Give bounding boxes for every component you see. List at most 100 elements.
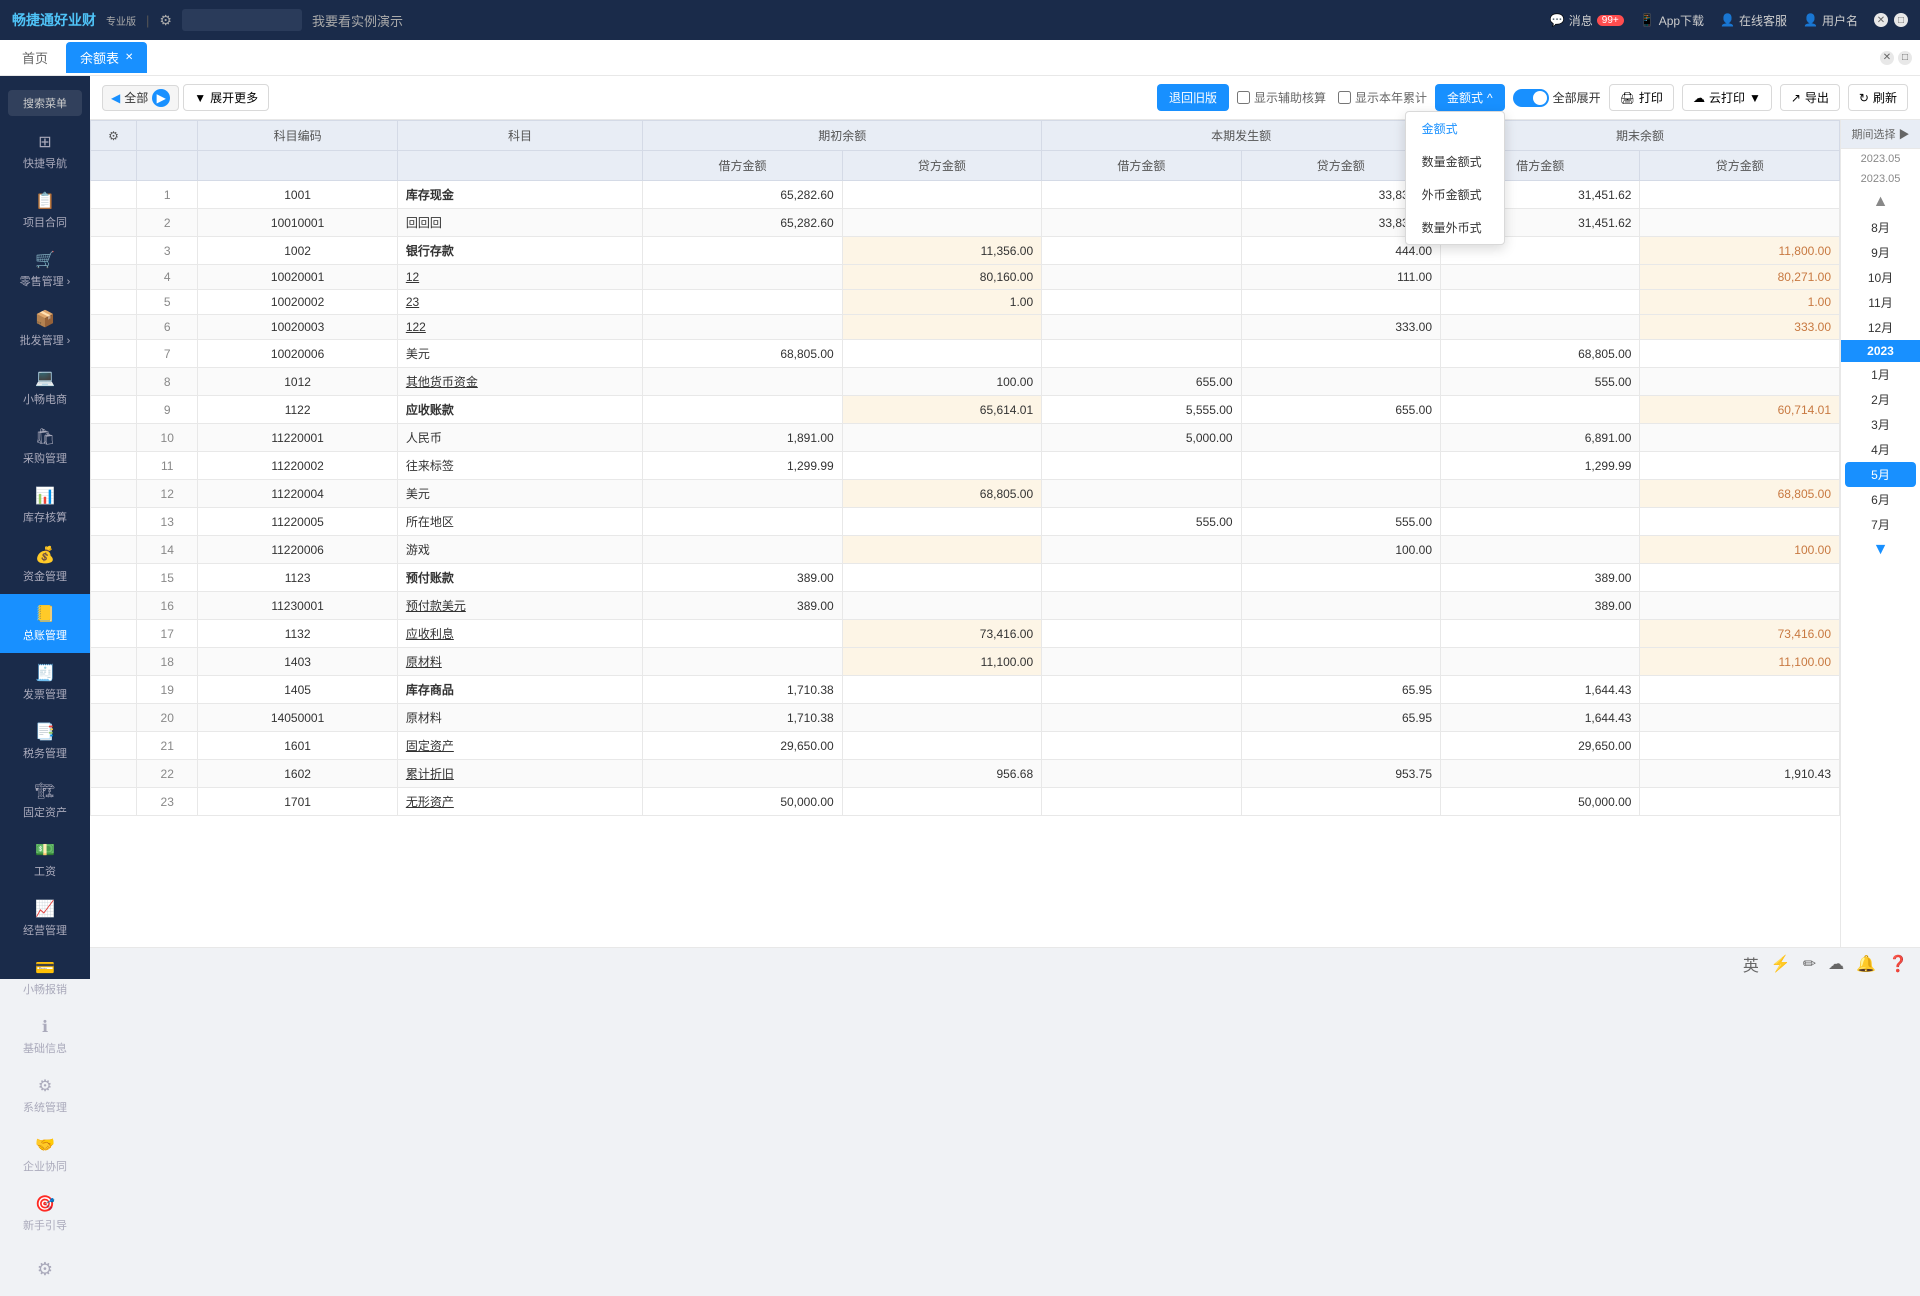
row-name-cell[interactable]: 无形资产 xyxy=(397,788,642,816)
tab-balance-sheet[interactable]: 余额表 ✕ xyxy=(66,42,147,73)
demo-link[interactable]: 我要看实例演示 xyxy=(312,11,403,30)
toggle-switch[interactable] xyxy=(1513,89,1549,107)
search-bar[interactable] xyxy=(182,9,302,31)
month-5[interactable]: 5月 xyxy=(1845,462,1916,487)
app-download-btn[interactable]: 📱 App下载 xyxy=(1640,12,1704,29)
style-option-fx-amount[interactable]: 外币金额式 xyxy=(1406,178,1504,211)
tab-home[interactable]: 首页 xyxy=(8,42,62,73)
lang-icon[interactable]: 英 xyxy=(1743,952,1759,976)
month-6[interactable]: 6月 xyxy=(1841,487,1920,512)
settings-icon[interactable]: ⚙ xyxy=(159,12,172,29)
close-btn[interactable]: ✕ xyxy=(1874,13,1888,27)
month-2[interactable]: 2月 xyxy=(1841,387,1920,412)
sidebar-item-quicknav[interactable]: ⊞ 快捷导航 xyxy=(0,122,90,181)
month-10[interactable]: 10月 xyxy=(1841,265,1920,290)
service-btn[interactable]: 👤 在线客服 xyxy=(1720,12,1787,29)
sidebar-label-inventory: 库存核算 xyxy=(23,509,67,525)
ob-debit-header: 借方金额 xyxy=(643,151,842,181)
return-old-btn[interactable]: 退回旧版 xyxy=(1157,84,1229,111)
help-icon[interactable]: ❓ xyxy=(1888,954,1908,974)
edit-icon[interactable]: ✏ xyxy=(1803,954,1816,974)
month-9[interactable]: 9月 xyxy=(1841,240,1920,265)
sidebar-item-ledger[interactable]: 📒 总账管理 xyxy=(0,594,90,653)
sidebar-item-ecommerce[interactable]: 💻 小畅电商 xyxy=(0,358,90,417)
sidebar-item-project[interactable]: 📋 项目合同 xyxy=(0,181,90,240)
month-11[interactable]: 11月 xyxy=(1841,290,1920,315)
row-name-cell[interactable]: 预付款美元 xyxy=(397,592,642,620)
month-7[interactable]: 7月 xyxy=(1841,512,1920,537)
sidebar-item-assets[interactable]: 🏗 固定资产 xyxy=(0,771,90,830)
refresh-btn[interactable]: ↻ 刷新 xyxy=(1848,84,1908,111)
row-code-cell: 1123 xyxy=(198,564,397,592)
row-name-cell[interactable]: 122 xyxy=(397,315,642,340)
style-option-qty-fx[interactable]: 数量外币式 xyxy=(1406,211,1504,244)
cloud-print-btn[interactable]: ☁ 云打印 ▼ xyxy=(1682,84,1772,111)
expand-more-btn[interactable]: ▼ 展开更多 xyxy=(183,84,269,111)
sidebar-item-funds[interactable]: 💰 资金管理 xyxy=(0,535,90,594)
refresh-icon: ↻ xyxy=(1859,91,1869,105)
lightning-icon[interactable]: ⚡ xyxy=(1771,954,1791,974)
row-name-cell[interactable]: 应收利息 xyxy=(397,620,642,648)
show-helper-check[interactable]: 显示辅助核算 xyxy=(1237,89,1326,106)
month-8[interactable]: 8月 xyxy=(1841,215,1920,240)
row-name-cell: 银行存款 xyxy=(397,237,642,265)
sidebar-item-inventory[interactable]: 📊 库存核算 xyxy=(0,476,90,535)
message-btn[interactable]: 💬 消息 99+ xyxy=(1550,12,1624,29)
sidebar-item-system[interactable]: ⚙ 系统管理 xyxy=(0,1066,90,1125)
collapse-panel-icon[interactable]: ▶ xyxy=(1899,129,1910,141)
maximize-btn[interactable]: □ xyxy=(1894,13,1908,27)
sidebar-item-retail[interactable]: 🛒 零售管理 › xyxy=(0,240,90,299)
sidebar-item-basic[interactable]: ℹ 基础信息 xyxy=(0,1007,90,1066)
sidebar-settings-btn[interactable]: ⚙ xyxy=(8,1251,82,1288)
user-avatar[interactable]: 👤 用户名 xyxy=(1803,12,1858,29)
month-4[interactable]: 4月 xyxy=(1841,437,1920,462)
expand-all-toggle[interactable]: 全部展开 xyxy=(1513,89,1601,107)
month-3[interactable]: 3月 xyxy=(1841,412,1920,437)
search-forward-icon[interactable]: ▶ xyxy=(152,89,170,107)
tab-close-icon[interactable]: ✕ xyxy=(125,52,133,63)
month-1[interactable]: 1月 xyxy=(1841,362,1920,387)
cloud-status-icon[interactable]: ☁ xyxy=(1828,954,1844,974)
row-settings-cell xyxy=(91,424,137,452)
ytd-checkbox[interactable] xyxy=(1338,91,1351,104)
row-cur-credit-cell xyxy=(1241,368,1440,396)
style-dropdown-btn[interactable]: 金额式 ^ xyxy=(1435,84,1505,111)
sidebar-item-purchase[interactable]: 🛍 采购管理 xyxy=(0,417,90,476)
style-option-qty-amount[interactable]: 数量金额式 xyxy=(1406,145,1504,178)
sidebar-item-salary[interactable]: 💵 工资 xyxy=(0,830,90,889)
empty-th1 xyxy=(91,151,137,181)
search-back-icon[interactable]: ◀ xyxy=(111,91,120,105)
style-option-amount[interactable]: 金额式 xyxy=(1406,112,1504,145)
sidebar-item-management[interactable]: 📈 经营管理 xyxy=(0,889,90,948)
alert-icon[interactable]: 🔔 xyxy=(1856,954,1876,974)
sidebar-item-wholesale[interactable]: 📦 批发管理 › xyxy=(0,299,90,358)
row-name-cell[interactable]: 12 xyxy=(397,265,642,290)
settings-col-header[interactable]: ⚙ xyxy=(91,121,137,151)
sidebar-item-guide[interactable]: 🎯 新手引导 xyxy=(0,1184,90,1243)
row-name-cell[interactable]: 累计折旧 xyxy=(397,760,642,788)
sidebar-search-btn[interactable]: 搜索菜单 xyxy=(8,90,82,116)
row-eb-credit-cell xyxy=(1640,592,1840,620)
print-btn[interactable]: 🖨 打印 xyxy=(1609,84,1674,111)
sidebar-item-tax[interactable]: 📑 税务管理 xyxy=(0,712,90,771)
period-select-header[interactable]: 期间选择 ▶ xyxy=(1841,120,1920,149)
row-name-cell[interactable]: 固定资产 xyxy=(397,732,642,760)
row-name-cell[interactable]: 23 xyxy=(397,290,642,315)
sidebar-item-invoice[interactable]: 🧾 发票管理 xyxy=(0,653,90,712)
current-year-label: 2023 xyxy=(1841,340,1920,362)
expand-year-btn-down[interactable]: ▼ xyxy=(1841,537,1920,563)
row-cur-credit-cell xyxy=(1241,620,1440,648)
expand-year-btn-up[interactable]: ▲ xyxy=(1841,189,1920,215)
show-ytd-check[interactable]: 显示本年累计 xyxy=(1338,89,1427,106)
month-12[interactable]: 12月 xyxy=(1841,315,1920,340)
search-box[interactable]: ◀ 全部 ▶ xyxy=(102,85,179,111)
window-maximize-btn[interactable]: □ xyxy=(1898,51,1912,65)
sidebar-item-collab[interactable]: 🤝 企业协同 xyxy=(0,1125,90,1184)
helper-checkbox[interactable] xyxy=(1237,91,1250,104)
row-code-cell: 1601 xyxy=(198,732,397,760)
row-name-cell[interactable]: 其他货币资金 xyxy=(397,368,642,396)
sidebar-item-expense[interactable]: 💳 小畅报销 xyxy=(0,948,90,1007)
window-restore-btn[interactable]: ✕ xyxy=(1880,51,1894,65)
export-btn[interactable]: ↗ 导出 xyxy=(1780,84,1840,111)
row-name-cell[interactable]: 原材料 xyxy=(397,648,642,676)
